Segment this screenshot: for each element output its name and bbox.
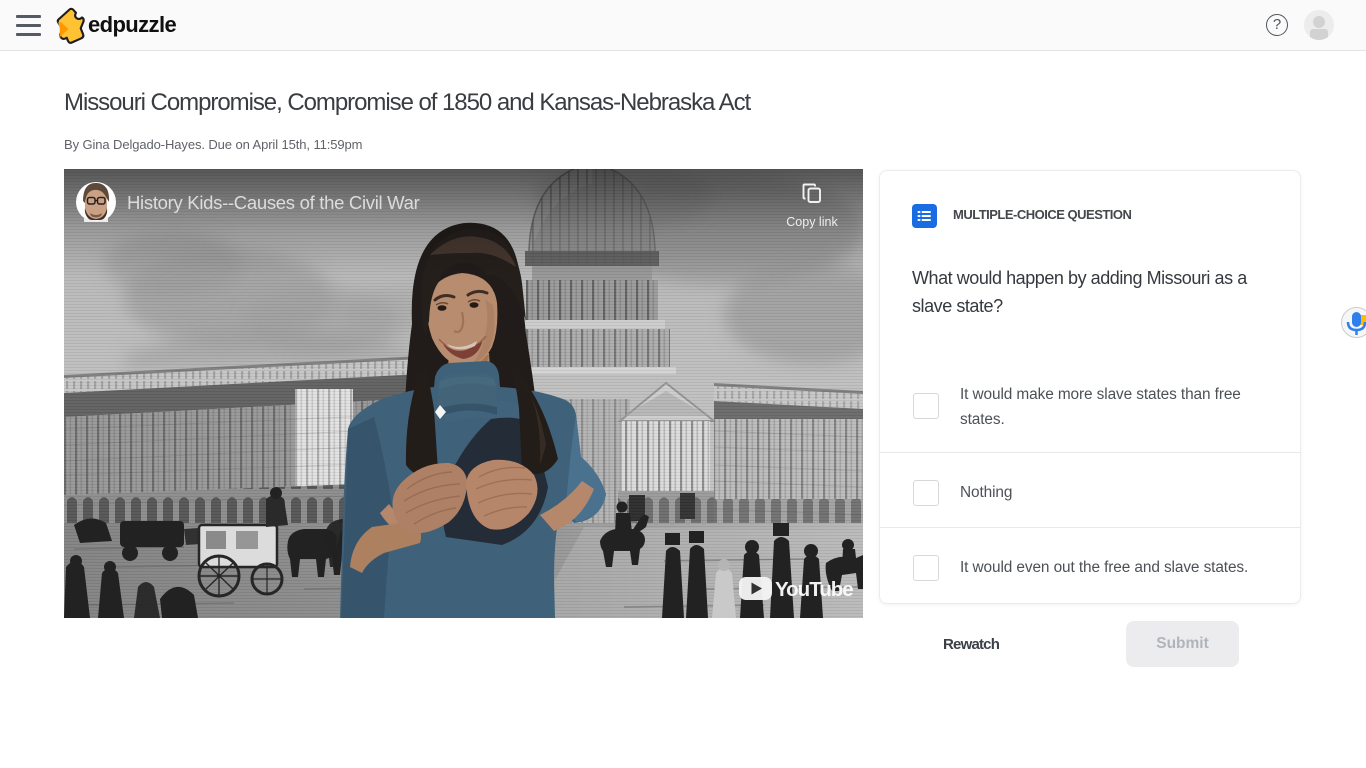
svg-text:YouTube: YouTube: [775, 578, 853, 601]
svg-text:History Kids--Causes of the Ci: History Kids--Causes of the Civil War: [127, 192, 420, 213]
svg-text:Copy link: Copy link: [786, 215, 838, 229]
